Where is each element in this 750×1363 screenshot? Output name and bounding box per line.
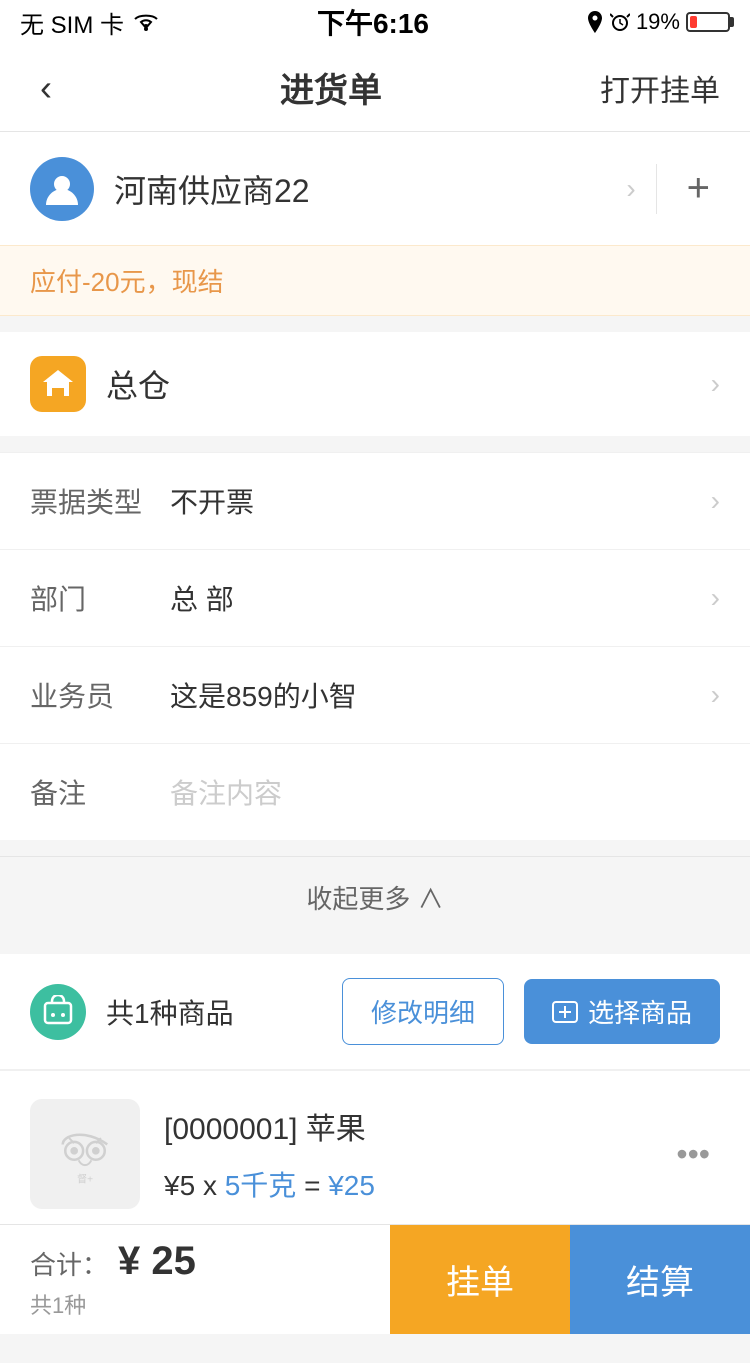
supplier-section: 河南供应商22 › + 应付-20元，现结 [0, 132, 750, 316]
invoice-type-value: 不开票 [150, 481, 711, 521]
product-item: 督+ [0000001] 苹果 ¥5 x 5千克 = ¥25 ••• [0, 1070, 750, 1237]
footer: 合计： ¥ 25 共1种 挂单 结算 [0, 1224, 750, 1334]
warehouse-chevron-icon: › [711, 368, 720, 400]
salesperson-value: 这是859的小智 [150, 675, 711, 715]
status-right: 19% [586, 9, 730, 35]
avatar-icon [42, 169, 82, 209]
department-value: 总 部 [150, 578, 711, 618]
back-button[interactable]: ‹ [30, 57, 62, 119]
carrier-label: 无 SIM 卡 [20, 5, 124, 40]
alert-bar: 应付-20元，现结 [0, 245, 750, 316]
collapse-button[interactable]: 收起更多 ∧ [0, 856, 750, 938]
salesperson-row[interactable]: 业务员 这是859的小智 › [0, 646, 750, 743]
product-count-label: 共1种商品 [106, 992, 322, 1032]
product-image: 督+ [50, 1119, 120, 1189]
open-hang-button[interactable]: 打开挂单 [600, 66, 720, 110]
total-row: 合计： ¥ 25 [30, 1239, 360, 1284]
house-icon [40, 366, 76, 402]
battery-icon [686, 12, 730, 32]
status-bar: 无 SIM 卡 下午6:16 19% [0, 0, 750, 44]
main-content: 河南供应商22 › + 应付-20元，现结 总仓 › 票据类型 不开票 › [0, 132, 750, 1363]
salesperson-chevron-icon: › [711, 679, 720, 711]
product-price: ¥5 x 5千克 = ¥25 [164, 1164, 666, 1204]
warehouse-icon [30, 356, 86, 412]
invoice-type-row[interactable]: 票据类型 不开票 › [0, 452, 750, 549]
cart-icon [41, 995, 75, 1029]
equals-sep: = [304, 1170, 328, 1201]
unit-price: ¥5 [164, 1170, 195, 1201]
department-row[interactable]: 部门 总 部 › [0, 549, 750, 646]
remark-row[interactable]: 备注 备注内容 [0, 743, 750, 840]
supplier-name: 河南供应商22 [114, 166, 626, 212]
page-title: 进货单 [280, 63, 382, 112]
nav-bar: ‹ 进货单 打开挂单 [0, 44, 750, 132]
product-thumbnail: 督+ [30, 1099, 140, 1209]
wifi-icon [132, 12, 160, 32]
quantity: 5千克 [225, 1170, 297, 1201]
alarm-icon [610, 12, 630, 32]
select-product-label: 选择商品 [588, 993, 692, 1030]
total-label: 合计： [30, 1245, 108, 1282]
svg-text:督+: 督+ [77, 1173, 93, 1186]
battery-percent: 19% [636, 9, 680, 35]
remark-input[interactable]: 备注内容 [150, 772, 720, 812]
invoice-type-label: 票据类型 [30, 481, 150, 521]
form-section: 票据类型 不开票 › 部门 总 部 › 业务员 这是859的小智 › 备注 备注… [0, 452, 750, 840]
edit-detail-button[interactable]: 修改明细 [342, 978, 504, 1045]
total-amount: ¥ 25 [118, 1239, 196, 1284]
product-count-icon [30, 984, 86, 1040]
select-product-icon [552, 1001, 578, 1023]
warehouse-name: 总仓 [106, 361, 711, 407]
supplier-chevron-icon: › [626, 173, 635, 205]
warehouse-section[interactable]: 总仓 › [0, 332, 750, 436]
product-section: 共1种商品 修改明细 选择商品 [0, 954, 750, 1237]
warehouse-row[interactable]: 总仓 › [0, 332, 750, 436]
supplier-avatar [30, 157, 94, 221]
more-button[interactable]: ••• [666, 1126, 720, 1183]
department-label: 部门 [30, 578, 150, 618]
add-button[interactable]: + [677, 156, 720, 221]
location-icon [586, 11, 604, 33]
supplier-row[interactable]: 河南供应商22 › + [0, 132, 750, 245]
total-sub: 共1种 [30, 1288, 360, 1320]
product-name: [0000001] 苹果 [164, 1104, 666, 1148]
status-time: 下午6:16 [317, 2, 429, 42]
total: ¥25 [328, 1170, 375, 1201]
department-chevron-icon: › [711, 582, 720, 614]
status-left: 无 SIM 卡 [20, 5, 160, 40]
salesperson-label: 业务员 [30, 675, 150, 715]
checkout-button[interactable]: 结算 [570, 1225, 750, 1334]
invoice-type-chevron-icon: › [711, 485, 720, 517]
price-sep: x [203, 1170, 225, 1201]
divider [656, 164, 657, 214]
select-product-button[interactable]: 选择商品 [524, 979, 720, 1044]
footer-total: 合计： ¥ 25 共1种 [0, 1225, 390, 1334]
remark-label: 备注 [30, 772, 150, 812]
product-info: [0000001] 苹果 ¥5 x 5千克 = ¥25 [164, 1104, 666, 1204]
hang-button[interactable]: 挂单 [390, 1225, 570, 1334]
product-header: 共1种商品 修改明细 选择商品 [0, 954, 750, 1070]
alert-text: 应付-20元，现结 [30, 267, 224, 297]
